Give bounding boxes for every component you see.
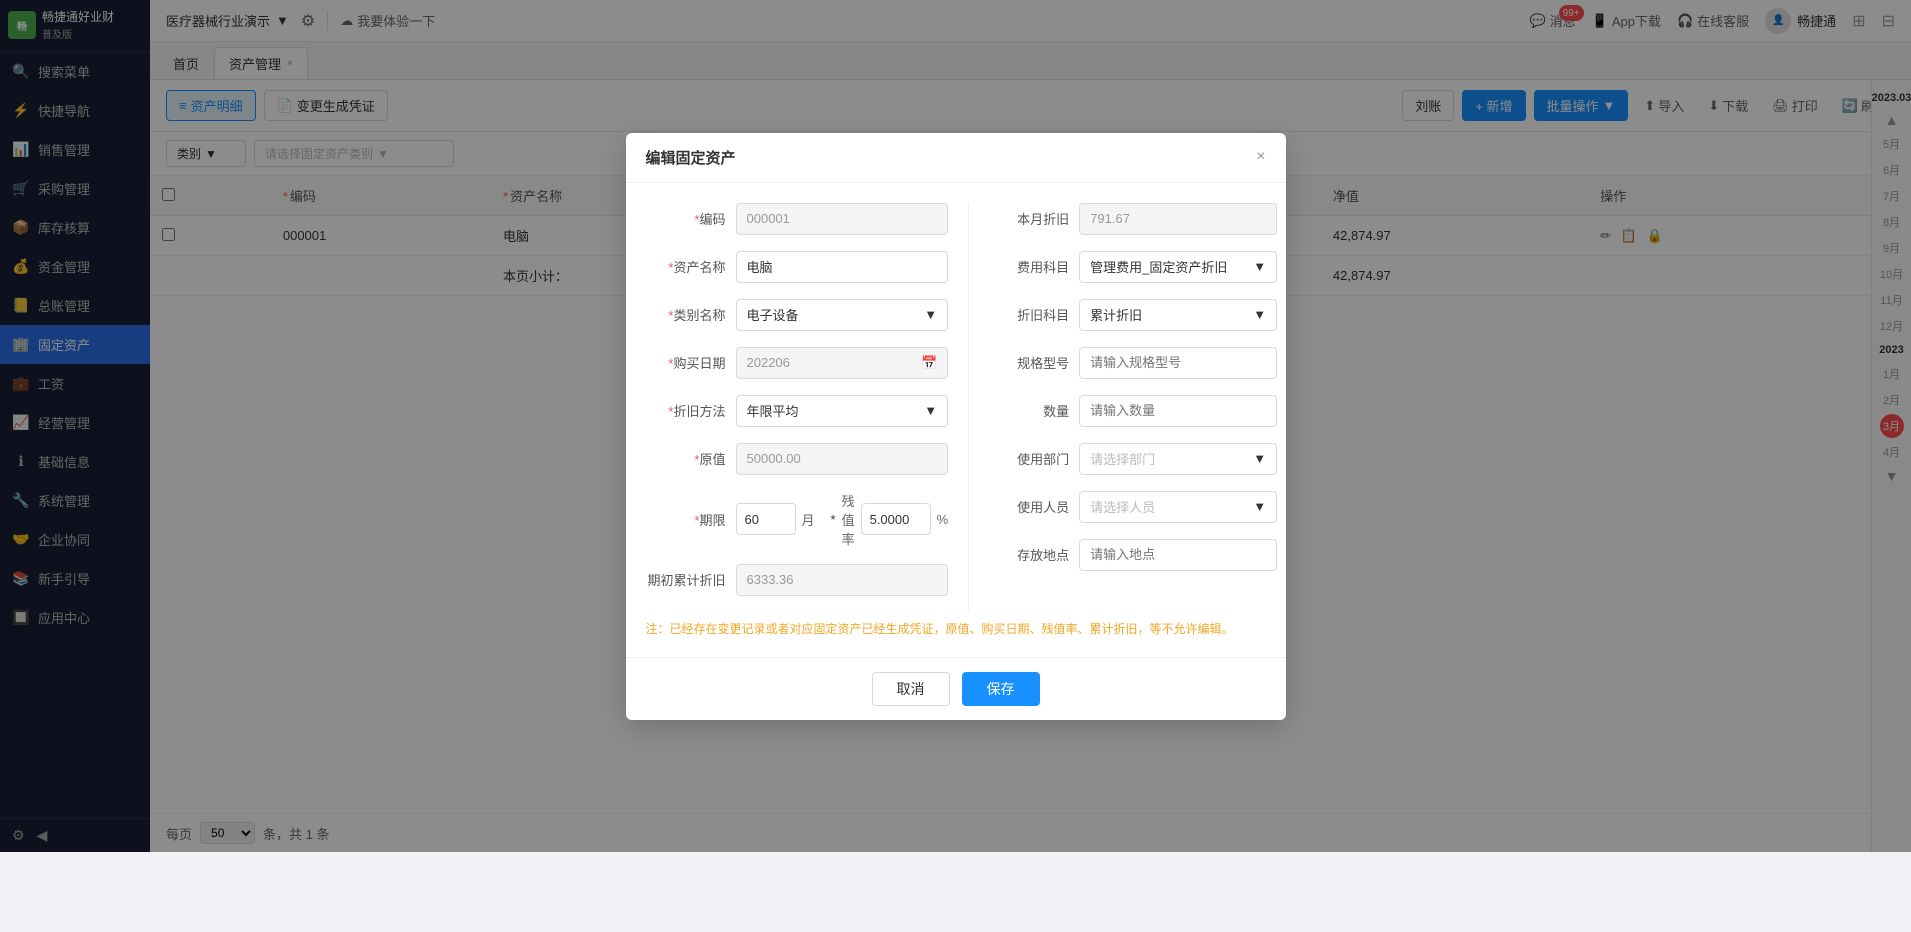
form-row-depreciation-subject: 折旧科目 累计折旧 ▼ <box>989 299 1277 331</box>
modal-title: 编辑固定资产 <box>646 147 736 168</box>
modal-form-grid: *编码 *资产名称 *类别名称 <box>646 203 1266 612</box>
modal-body: *编码 *资产名称 *类别名称 <box>626 183 1286 657</box>
edit-asset-modal: 编辑固定资产 × *编码 *资产名称 <box>626 133 1286 720</box>
modal-left-col: *编码 *资产名称 *类别名称 <box>646 203 970 612</box>
depreciation-subject-select[interactable]: 累计折旧 ▼ <box>1079 299 1277 331</box>
expense-subject-select[interactable]: 管理费用_固定资产折旧 ▼ <box>1079 251 1277 283</box>
spec-input[interactable] <box>1079 347 1277 379</box>
residual-rate-input[interactable] <box>861 503 931 535</box>
expense-subject-label: 费用科目 <box>989 257 1079 276</box>
residual-rate-unit: % <box>937 512 949 527</box>
original-value-input[interactable] <box>736 443 949 475</box>
form-row-depreciation-method: *折旧方法 年限平均 ▼ <box>646 395 949 427</box>
storage-label: 存放地点 <box>989 545 1079 564</box>
depreciation-subject-label: 折旧科目 <box>989 305 1079 324</box>
form-row-code: *编码 <box>646 203 949 235</box>
code-input[interactable] <box>736 203 949 235</box>
purchase-date-input[interactable]: 202206 📅 <box>736 347 949 379</box>
spec-label: 规格型号 <box>989 353 1079 372</box>
quantity-label: 数量 <box>989 401 1079 420</box>
form-row-asset-name: *资产名称 <box>646 251 949 283</box>
form-row-monthly-depreciation: 本月折旧 <box>989 203 1277 235</box>
category-select-value: 电子设备 <box>747 305 799 324</box>
initial-depreciation-label: 期初累计折旧 <box>646 570 736 589</box>
user-icon: ▼ <box>1253 499 1266 514</box>
form-row-period: *期限 月 * 残值率 % <box>646 491 949 548</box>
modal-overlay: 编辑固定资产 × *编码 *资产名称 <box>0 0 1911 852</box>
modal-right-col: 本月折旧 费用科目 管理费用_固定资产折旧 ▼ <box>969 203 1277 612</box>
category-label: *类别名称 <box>646 305 736 324</box>
form-row-department: 使用部门 请选择部门 ▼ <box>989 443 1277 475</box>
depreciation-subject-value: 累计折旧 <box>1090 305 1142 324</box>
purchase-date-label: *购买日期 <box>646 353 736 372</box>
depreciation-subject-icon: ▼ <box>1253 307 1266 322</box>
depreciation-method-label: *折旧方法 <box>646 401 736 420</box>
expense-subject-icon: ▼ <box>1253 259 1266 274</box>
user-label: 使用人员 <box>989 497 1079 516</box>
calendar-icon: 📅 <box>921 355 937 371</box>
depreciation-method-icon: ▼ <box>924 403 937 418</box>
monthly-depreciation-input <box>1079 203 1277 235</box>
form-row-original-value: *原值 <box>646 443 949 475</box>
purchase-date-value: 202206 <box>747 355 790 370</box>
modal-note: 注：已经存在变更记录或者对应固定资产已经生成凭证，原值、购买日期、残值率、累计折… <box>646 612 1266 637</box>
form-row-expense-subject: 费用科目 管理费用_固定资产折旧 ▼ <box>989 251 1277 283</box>
cancel-button[interactable]: 取消 <box>872 672 950 706</box>
period-input[interactable] <box>736 503 796 535</box>
form-row-quantity: 数量 <box>989 395 1277 427</box>
initial-depreciation-input[interactable] <box>736 564 949 596</box>
category-select[interactable]: 电子设备 ▼ <box>736 299 949 331</box>
asset-name-label: *资产名称 <box>646 257 736 276</box>
form-row-category: *类别名称 电子设备 ▼ <box>646 299 949 331</box>
period-unit: 月 <box>802 510 815 529</box>
code-label: *编码 <box>646 209 736 228</box>
form-row-initial-depreciation: 期初累计折旧 <box>646 564 949 596</box>
modal-footer: 取消 保存 <box>626 657 1286 720</box>
monthly-depreciation-label: 本月折旧 <box>989 209 1079 228</box>
depreciation-method-value: 年限平均 <box>747 401 799 420</box>
expense-subject-value: 管理费用_固定资产折旧 <box>1090 257 1227 276</box>
category-select-icon: ▼ <box>924 307 937 322</box>
residual-rate-star: * <box>831 512 836 527</box>
original-value-label: *原值 <box>646 449 736 468</box>
asset-name-input[interactable] <box>736 251 949 283</box>
form-row-storage: 存放地点 <box>989 539 1277 571</box>
save-button[interactable]: 保存 <box>962 672 1040 706</box>
modal-close-btn[interactable]: × <box>1256 148 1265 166</box>
department-icon: ▼ <box>1253 451 1266 466</box>
user-placeholder: 请选择人员 <box>1090 497 1155 516</box>
period-group: 月 * 残值率 % <box>736 491 949 548</box>
residual-rate-label: 残值率 <box>842 491 855 548</box>
period-label: *期限 <box>646 510 736 529</box>
user-select[interactable]: 请选择人员 ▼ <box>1079 491 1277 523</box>
form-row-spec: 规格型号 <box>989 347 1277 379</box>
department-label: 使用部门 <box>989 449 1079 468</box>
quantity-input[interactable] <box>1079 395 1277 427</box>
storage-input[interactable] <box>1079 539 1277 571</box>
form-row-user: 使用人员 请选择人员 ▼ <box>989 491 1277 523</box>
modal-header: 编辑固定资产 × <box>626 133 1286 183</box>
department-placeholder: 请选择部门 <box>1090 449 1155 468</box>
department-select[interactable]: 请选择部门 ▼ <box>1079 443 1277 475</box>
depreciation-method-select[interactable]: 年限平均 ▼ <box>736 395 949 427</box>
form-row-purchase-date: *购买日期 202206 📅 <box>646 347 949 379</box>
